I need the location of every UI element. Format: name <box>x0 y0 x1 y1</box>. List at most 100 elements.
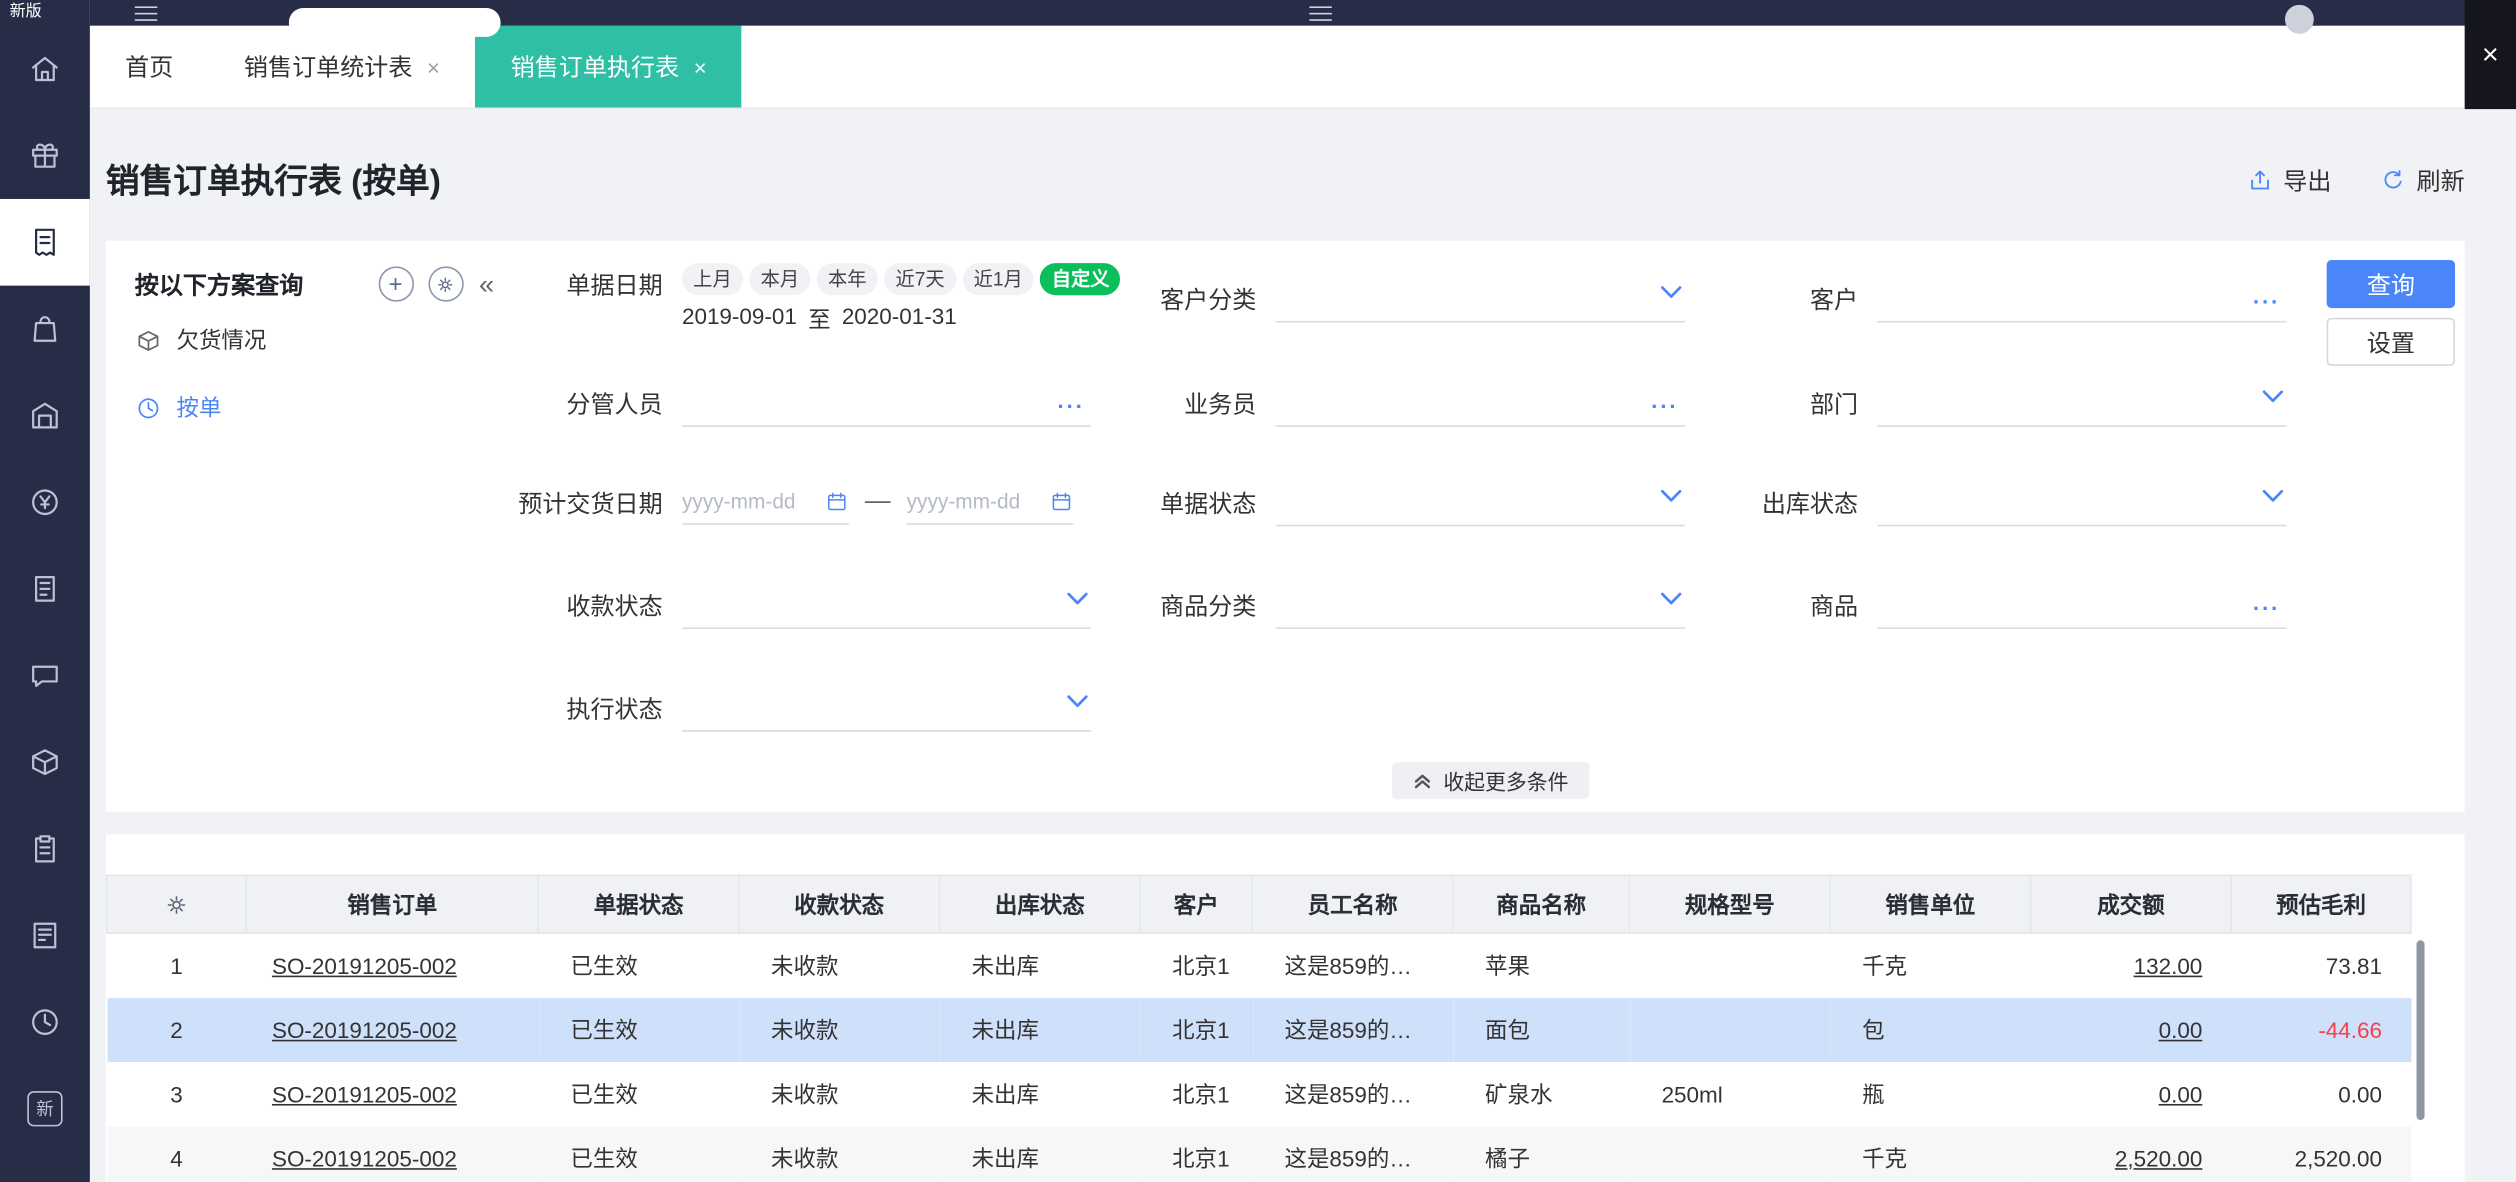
amount-link[interactable]: 0.00 <box>2159 1081 2203 1107</box>
cell-out-status: 未出库 <box>971 1144 1039 1171</box>
yuan-coin-icon <box>32 489 58 516</box>
sidebar-item-finance[interactable] <box>0 459 90 546</box>
refresh-button[interactable]: 刷新 <box>2380 163 2465 197</box>
delivery-date-to-input[interactable]: yyyy-mm-dd <box>906 480 1074 525</box>
close-window-button[interactable]: × <box>2464 0 2516 110</box>
collapse-panel-button[interactable]: « <box>479 270 494 297</box>
scheme-settings-button[interactable] <box>427 266 463 302</box>
amount-link[interactable]: 2,520.00 <box>2115 1145 2202 1171</box>
sidebar-item-sales[interactable] <box>0 198 90 286</box>
close-tab-icon[interactable]: × <box>694 54 707 80</box>
table-row[interactable]: 1 SO-20191205-002 已生效 未收款 未出库 北京1 这是859的… <box>107 933 2411 997</box>
quick-range-7-days[interactable]: 近7天 <box>884 263 956 296</box>
exec-status-select[interactable] <box>681 684 1092 732</box>
vertical-scrollbar[interactable] <box>2416 940 2425 1121</box>
quick-range-this-month[interactable]: 本月 <box>749 263 811 296</box>
table-row-selected[interactable]: 2 SO-20191205-002 已生效 未收款 未出库 北京1 这是859的… <box>106 997 2411 1062</box>
product-category-select[interactable] <box>1275 581 1685 630</box>
cell-pay-status: 未收款 <box>771 1016 839 1043</box>
pay-status-select[interactable] <box>681 581 1092 630</box>
doc-status-select[interactable] <box>1275 478 1685 527</box>
cell-customer: 北京1 <box>1172 1016 1230 1043</box>
filter-department: 部门 <box>1712 377 2287 428</box>
filter-product-category: 商品分类 <box>1110 579 1685 630</box>
tab-label: 首页 <box>125 54 174 82</box>
collapse-more-conditions-button[interactable]: 收起更多条件 <box>1391 762 1590 800</box>
row-index: 1 <box>170 952 183 979</box>
order-link[interactable]: SO-20191205-002 <box>272 1017 457 1043</box>
tab-sales-order-stats[interactable]: 销售订单统计表 × <box>209 26 476 108</box>
export-button[interactable]: 导出 <box>2246 163 2331 197</box>
chevron-down-icon <box>1661 584 1682 613</box>
sidebar-item-new-feature[interactable]: 新 <box>0 1065 90 1152</box>
table-row[interactable]: 4 SO-20191205-002 已生效 未收款 未出库 北京1 这是859的… <box>106 1125 2411 1182</box>
sidebar-item-reports[interactable] <box>0 892 90 979</box>
order-link[interactable]: SO-20191205-002 <box>272 953 457 979</box>
manager-picker[interactable]: ··· <box>681 379 1092 427</box>
cell-spec <box>1629 1126 1830 1182</box>
chevron-down-icon <box>2262 382 2284 411</box>
gear-icon <box>167 896 186 915</box>
query-button[interactable]: 查询 <box>2326 259 2456 309</box>
ellipsis-icon[interactable]: ··· <box>2253 595 2280 621</box>
close-icon: × <box>2481 37 2499 70</box>
sidebar-item-products[interactable] <box>0 112 90 199</box>
filter-salesman: 业务员 ··· <box>1110 377 1685 428</box>
tab-home[interactable]: 首页 <box>90 26 209 108</box>
customer-category-select[interactable] <box>1275 274 1685 323</box>
search-input[interactable] <box>288 8 501 37</box>
order-link[interactable]: SO-20191205-002 <box>272 1145 457 1171</box>
quick-range-custom[interactable]: 自定义 <box>1040 263 1121 296</box>
sidebar-item-messages[interactable] <box>0 632 90 719</box>
amount-link[interactable]: 0.00 <box>2159 1017 2203 1043</box>
sidebar-item-tasks[interactable] <box>0 806 90 893</box>
scheme-item-by-order[interactable]: 按单 <box>135 379 494 437</box>
delivery-date-from-input[interactable]: yyyy-mm-dd <box>681 480 849 525</box>
sidebar-item-purchase[interactable] <box>0 286 90 373</box>
chat-bubble-icon <box>32 665 58 687</box>
scheme-item-backorder[interactable]: 欠货情况 <box>135 311 494 369</box>
customer-picker[interactable]: ··· <box>1877 274 2287 323</box>
col-header-spec: 规格型号 <box>1629 874 1831 934</box>
calendar-icon <box>1052 492 1071 511</box>
out-status-select[interactable] <box>1877 478 2287 527</box>
tab-sales-order-exec[interactable]: 销售订单执行表 × <box>475 25 743 108</box>
invoice-icon <box>35 576 55 602</box>
ellipsis-icon[interactable]: ··· <box>1057 393 1084 419</box>
menu-icon-secondary[interactable] <box>1309 6 1332 21</box>
sidebar-item-history[interactable] <box>0 979 90 1066</box>
department-select[interactable] <box>1877 379 2287 427</box>
sidebar-item-home[interactable] <box>0 26 90 113</box>
add-scheme-button[interactable]: + <box>377 266 414 302</box>
quick-range-last-month[interactable]: 上月 <box>681 263 743 296</box>
cell-pay-status: 未收款 <box>771 1144 839 1171</box>
col-header-profit: 预估毛利 <box>2231 874 2412 934</box>
brand-label: 新版 <box>9 3 42 21</box>
cell-doc-status: 已生效 <box>570 1080 638 1107</box>
avatar[interactable] <box>2284 4 2314 34</box>
product-picker[interactable]: ··· <box>1877 581 2287 630</box>
quick-range-this-year[interactable]: 本年 <box>816 263 878 296</box>
sidebar-item-warehouse[interactable] <box>0 372 90 459</box>
filter-label: 执行状态 <box>566 695 663 723</box>
ellipsis-icon[interactable]: ··· <box>1651 393 1678 419</box>
sidebar-item-inventory[interactable] <box>0 719 90 806</box>
menu-icon[interactable] <box>134 6 158 21</box>
ellipsis-icon[interactable]: ··· <box>2253 289 2280 315</box>
refresh-icon <box>2384 169 2402 188</box>
cell-employee: 这是859的… <box>1284 1144 1412 1171</box>
settings-button[interactable]: 设置 <box>2326 317 2456 366</box>
amount-link[interactable]: 132.00 <box>2134 953 2203 979</box>
quick-range-1-month[interactable]: 近1月 <box>962 263 1035 296</box>
doc-date-range[interactable]: 2019-09-01 至 2020-01-31 <box>682 303 1127 335</box>
column-settings-button[interactable] <box>105 874 248 934</box>
close-tab-icon[interactable]: × <box>427 54 440 80</box>
order-link[interactable]: SO-20191205-002 <box>272 1081 457 1107</box>
top-header-bar <box>89 0 2516 37</box>
sidebar-item-invoices[interactable] <box>0 546 90 633</box>
table-row[interactable]: 3 SO-20191205-002 已生效 未收款 未出库 北京1 这是859的… <box>107 1061 2411 1125</box>
refresh-label: 刷新 <box>2416 167 2465 195</box>
col-header-out-status: 出库状态 <box>939 874 1141 934</box>
cell-spec <box>1629 933 1830 997</box>
salesman-picker[interactable]: ··· <box>1275 379 1685 427</box>
